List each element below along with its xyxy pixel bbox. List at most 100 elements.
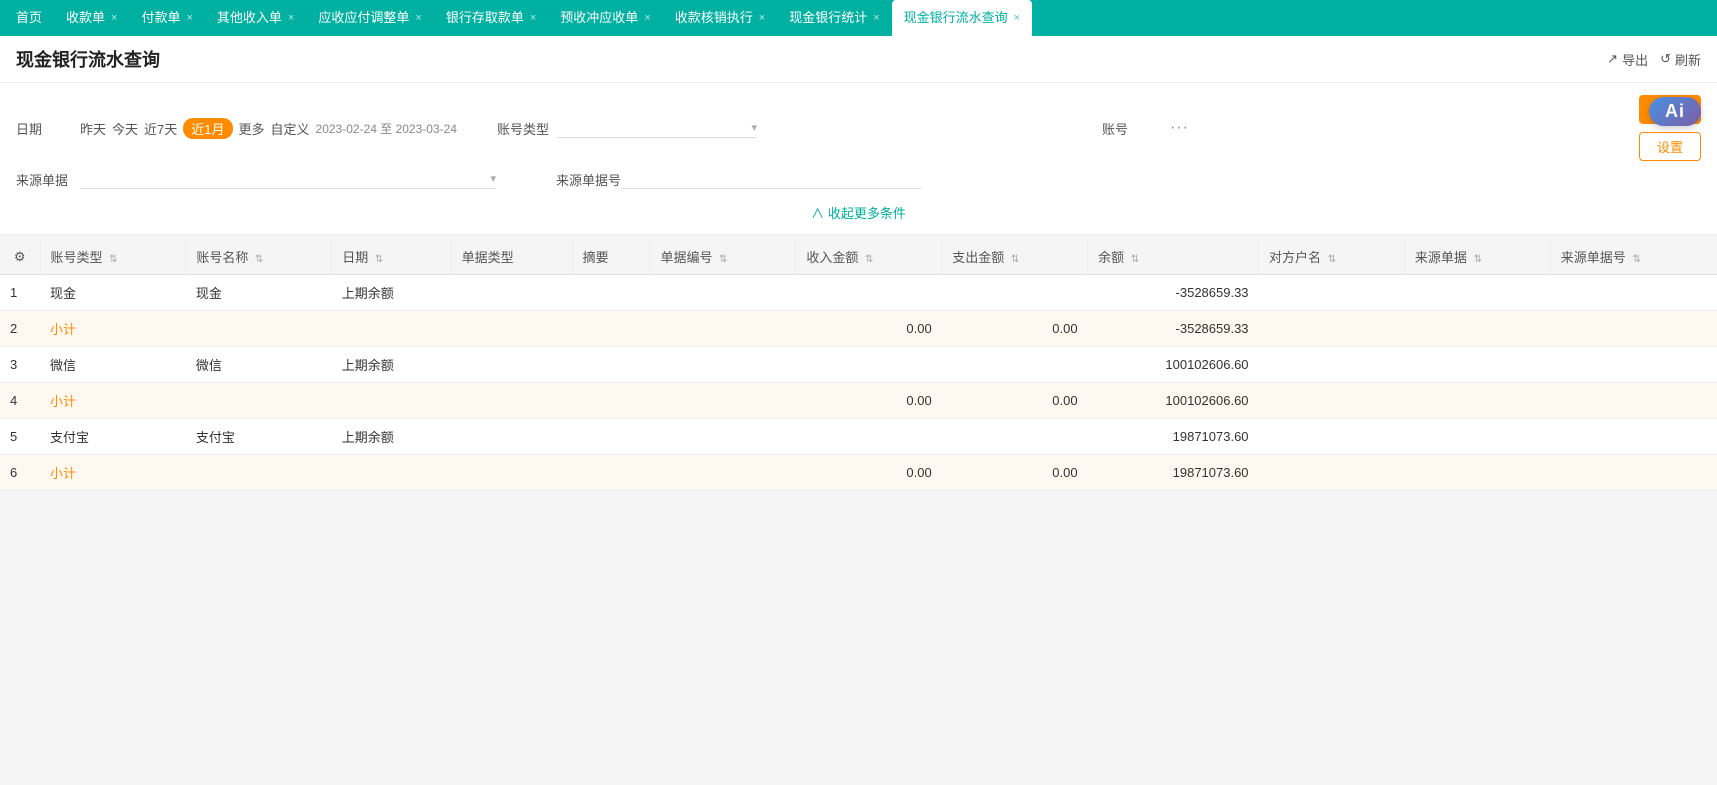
account-more-button[interactable]: ···	[1170, 119, 1189, 137]
table-header-row: ⚙ 账号类型 ⇅ 账号名称 ⇅ 日期 ⇅ 单据类型 摘要	[0, 239, 1717, 275]
header-actions: ↗ 导出 ↺ 刷新	[1607, 50, 1701, 69]
td-expense: 0.00	[942, 455, 1088, 491]
collapse-filters-button[interactable]: ∧ 收起更多条件	[16, 197, 1701, 230]
shortcut-7days[interactable]: 近7天	[144, 119, 177, 138]
nav-ar-ap-adjust[interactable]: 应收应付调整单 ×	[306, 0, 433, 36]
th-doc-type: 单据类型	[451, 239, 572, 275]
th-counterparty[interactable]: 对方户名 ⇅	[1259, 239, 1405, 275]
ai-badge[interactable]: Ai	[1649, 97, 1701, 126]
td-account-type: 支付宝	[40, 419, 186, 455]
td-date	[332, 311, 451, 347]
td-source-doc-no	[1550, 383, 1717, 419]
shortcut-today[interactable]: 今天	[112, 119, 138, 138]
td-date	[332, 383, 451, 419]
td-summary	[572, 383, 650, 419]
td-summary	[572, 419, 650, 455]
td-expense	[942, 347, 1088, 383]
close-payments-icon[interactable]: ×	[186, 0, 192, 36]
td-index: 2	[0, 311, 40, 347]
account-type-label: 账号类型	[497, 119, 557, 138]
th-gear[interactable]: ⚙	[0, 239, 40, 275]
td-date: 上期余额	[332, 275, 451, 311]
td-doc-type	[451, 455, 572, 491]
close-other-income-icon[interactable]: ×	[288, 0, 294, 36]
th-doc-no[interactable]: 单据编号 ⇅	[650, 239, 796, 275]
th-source-doc-no[interactable]: 来源单据号 ⇅	[1550, 239, 1717, 275]
td-account-type: 微信	[40, 347, 186, 383]
close-cash-flow-icon[interactable]: ×	[1014, 0, 1020, 36]
td-counterparty	[1259, 311, 1405, 347]
table-row[interactable]: 1 现金 现金 上期余额 -3528659.33	[0, 275, 1717, 311]
td-counterparty	[1259, 455, 1405, 491]
table-row[interactable]: 3 微信 微信 上期余额 100102606.60	[0, 347, 1717, 383]
td-source-doc	[1404, 419, 1550, 455]
shortcut-custom[interactable]: 自定义	[271, 119, 310, 138]
td-source-doc-no	[1550, 275, 1717, 311]
nav-home[interactable]: 首页	[4, 0, 54, 36]
sort-date-icon: ⇅	[375, 254, 383, 265]
nav-receipts[interactable]: 收款单 ×	[54, 0, 129, 36]
table-row[interactable]: 2 小计 0.00 0.00 -3528659.33	[0, 311, 1717, 347]
th-expense[interactable]: 支出金额 ⇅	[942, 239, 1088, 275]
source-doc-input[interactable]	[80, 169, 490, 188]
th-source-doc[interactable]: 来源单据 ⇅	[1404, 239, 1550, 275]
refresh-button[interactable]: ↺ 刷新	[1660, 50, 1701, 69]
account-label: 账号	[1102, 119, 1162, 138]
sort-income-icon: ⇅	[865, 254, 873, 265]
nav-cash-bank-stats[interactable]: 现金银行统计 ×	[777, 0, 891, 36]
td-expense	[942, 419, 1088, 455]
nav-other-income[interactable]: 其他收入单 ×	[205, 0, 306, 36]
shortcut-1month[interactable]: 近1月	[183, 118, 232, 139]
table-row[interactable]: 5 支付宝 支付宝 上期余额 19871073.60	[0, 419, 1717, 455]
td-doc-type	[451, 383, 572, 419]
td-source-doc-no	[1550, 347, 1717, 383]
close-prepaid-offset-icon[interactable]: ×	[644, 0, 650, 36]
td-account-type: 小计	[40, 455, 186, 491]
shortcut-more[interactable]: 更多	[239, 119, 265, 138]
source-doc-section: 来源单据 ▾	[16, 169, 496, 189]
td-balance: 19871073.60	[1088, 419, 1259, 455]
filter-row-2: 来源单据 ▾ 来源单据号	[16, 169, 1701, 189]
page-header: 现金银行流水查询 ↗ 导出 ↺ 刷新	[0, 36, 1717, 83]
nav-payments[interactable]: 付款单 ×	[129, 0, 204, 36]
account-type-section: 账号类型 ▾	[497, 118, 1022, 138]
th-account-name[interactable]: 账号名称 ⇅	[186, 239, 332, 275]
td-doc-no	[650, 383, 796, 419]
close-receipts-icon[interactable]: ×	[111, 0, 117, 36]
th-balance[interactable]: 余额 ⇅	[1088, 239, 1259, 275]
sort-source-doc-icon: ⇅	[1474, 254, 1482, 265]
filter-area: 日期 昨天 今天 近7天 近1月 更多 自定义 2023-02-24 至 202…	[0, 83, 1717, 235]
source-doc-input-wrap: ▾	[80, 169, 496, 189]
table-row[interactable]: 6 小计 0.00 0.00 19871073.60	[0, 455, 1717, 491]
td-summary	[572, 311, 650, 347]
nav-prepaid-offset[interactable]: 预收冲应收单 ×	[548, 0, 662, 36]
close-bank-deposit-icon[interactable]: ×	[530, 0, 536, 36]
account-type-input[interactable]	[557, 118, 751, 137]
th-income[interactable]: 收入金额 ⇅	[796, 239, 942, 275]
th-account-type[interactable]: 账号类型 ⇅	[40, 239, 186, 275]
close-collection-exec-icon[interactable]: ×	[759, 0, 765, 36]
th-summary: 摘要	[572, 239, 650, 275]
td-balance: 100102606.60	[1088, 383, 1259, 419]
shortcut-yesterday[interactable]: 昨天	[80, 119, 106, 138]
account-type-dropdown-icon[interactable]: ▾	[751, 121, 757, 134]
nav-collection-exec[interactable]: 收款核销执行 ×	[663, 0, 777, 36]
td-account-type: 小计	[40, 383, 186, 419]
nav-bank-deposit[interactable]: 银行存取款单 ×	[434, 0, 548, 36]
td-date: 上期余额	[332, 347, 451, 383]
table-row[interactable]: 4 小计 0.00 0.00 100102606.60	[0, 383, 1717, 419]
source-doc-dropdown-icon[interactable]: ▾	[490, 172, 496, 185]
td-account-name	[186, 383, 332, 419]
td-income	[796, 347, 942, 383]
settings-button[interactable]: 设置	[1639, 132, 1701, 161]
close-ar-ap-icon[interactable]: ×	[415, 0, 421, 36]
nav-cash-bank-flow[interactable]: 现金银行流水查询 ×	[892, 0, 1032, 36]
td-doc-no	[650, 419, 796, 455]
export-button[interactable]: ↗ 导出	[1607, 50, 1648, 69]
source-doc-label: 来源单据	[16, 170, 76, 189]
td-income: 0.00	[796, 455, 942, 491]
td-counterparty	[1259, 275, 1405, 311]
th-date[interactable]: 日期 ⇅	[332, 239, 451, 275]
close-cash-stats-icon[interactable]: ×	[873, 0, 879, 36]
source-doc-num-input[interactable]	[621, 169, 921, 188]
